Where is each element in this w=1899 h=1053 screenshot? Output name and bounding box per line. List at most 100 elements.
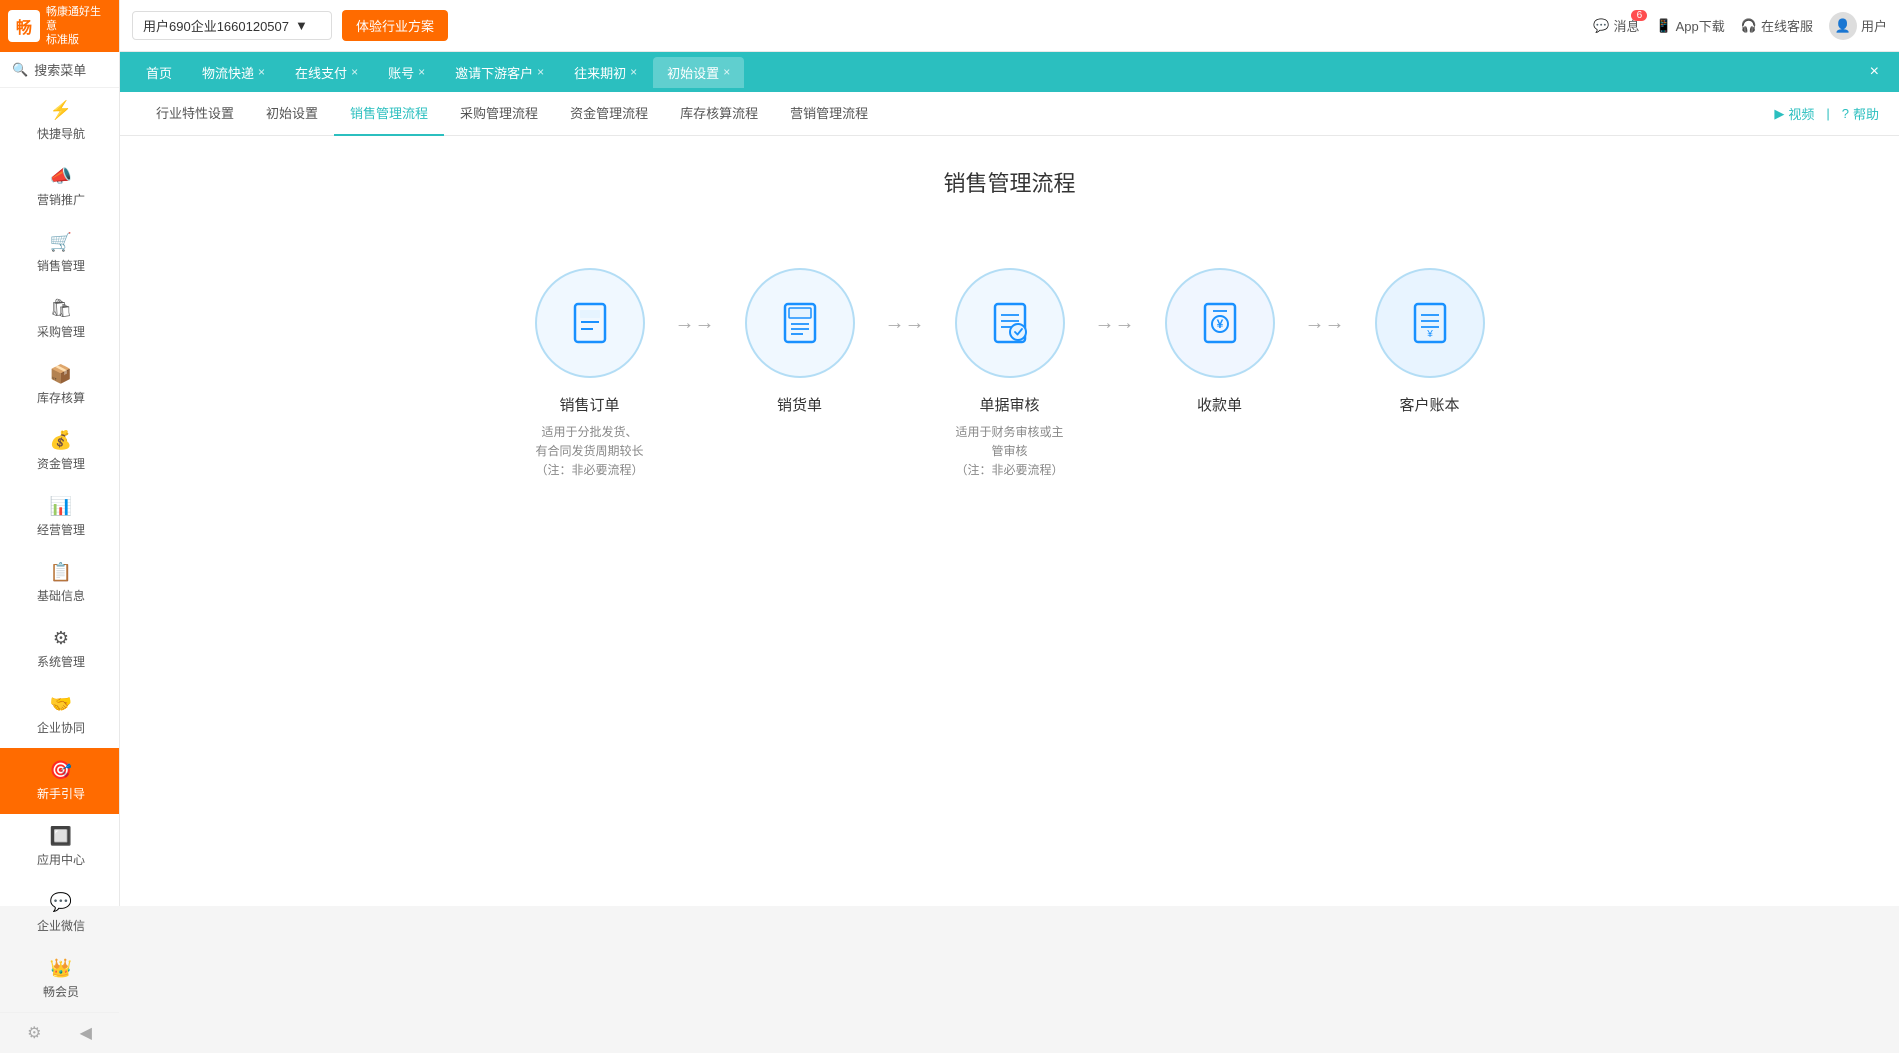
- sidebar-item-newbie-guide[interactable]: 🎯 新手引导: [0, 748, 119, 814]
- nav-tab-label: 物流快递: [202, 63, 254, 82]
- tab-close-icon[interactable]: ×: [723, 65, 730, 79]
- sub-tab-finance-flow[interactable]: 资金管理流程: [554, 91, 664, 136]
- app-center-icon: 🔲: [50, 826, 72, 847]
- nav-tab-label: 首页: [146, 63, 172, 82]
- sidebar-item-purchase-mgmt[interactable]: 🛍 采购管理: [0, 286, 119, 352]
- sidebar-item-finance-mgmt[interactable]: 💰 资金管理: [0, 418, 119, 484]
- online-service-label: 在线客服: [1761, 16, 1813, 35]
- sidebar-item-label: 快捷导航: [37, 125, 85, 142]
- sidebar-item-label: 资金管理: [37, 455, 85, 472]
- sidebar-item-label: 销售管理: [37, 257, 85, 274]
- sidebar-item-inventory[interactable]: 📦 库存核算: [0, 352, 119, 418]
- content-area: 销售管理流程 销售订单 适用于分批发货、有合同发货周期较长（注：非必要流程） →…: [120, 136, 1899, 906]
- headset-icon: 🎧: [1741, 18, 1757, 34]
- help-item[interactable]: ? 帮助: [1842, 104, 1879, 123]
- flow-step-desc: 适用于财务审核或主管审核（注：非必要流程）: [955, 423, 1063, 481]
- nav-tab-invite-downstream[interactable]: 邀请下游客户 ×: [441, 57, 558, 88]
- user-avatar-item[interactable]: 👤 用户: [1829, 12, 1887, 40]
- sub-tab-industry-settings[interactable]: 行业特性设置: [140, 91, 250, 136]
- finance-icon: 💰: [50, 430, 72, 451]
- svg-text:¥: ¥: [1216, 317, 1223, 331]
- nav-tabs: 首页 物流快递 × 在线支付 × 账号 × 邀请下游客户 × 往来期初 × 初始…: [120, 52, 1899, 92]
- topbar: 用户690企业1660120507 ▼ 体验行业方案 💬 消息 6 📱 App下…: [120, 0, 1899, 52]
- nav-tab-label: 在线支付: [295, 63, 347, 82]
- arrow-2: →→: [880, 268, 930, 335]
- sidebar-item-label: 营销推广: [37, 191, 85, 208]
- user-select[interactable]: 用户690企业1660120507 ▼: [132, 11, 332, 40]
- nav-tab-payment[interactable]: 在线支付 ×: [281, 57, 372, 88]
- nav-tab-account[interactable]: 账号 ×: [374, 57, 439, 88]
- sidebar-item-app-center[interactable]: 🔲 应用中心: [0, 814, 119, 880]
- flow-step-sales-order: 销售订单 适用于分批发货、有合同发货周期较长（注：非必要流程）: [510, 268, 670, 481]
- logo-icon: 畅: [8, 10, 40, 42]
- app-download-label: App下载: [1676, 16, 1725, 35]
- tab-close-icon[interactable]: ×: [351, 65, 358, 79]
- video-help-item[interactable]: ▶ 视频: [1774, 104, 1814, 123]
- nav-tab-logistics[interactable]: 物流快递 ×: [188, 57, 279, 88]
- sub-tab-right-actions: ▶ 视频 | ? 帮助: [1774, 104, 1879, 123]
- sidebar-item-quick-nav[interactable]: ⚡ 快捷导航: [0, 88, 119, 154]
- receipt-circle: ¥: [1165, 268, 1275, 378]
- sidebar-logo: 畅 畅康通好生意 标准版: [0, 0, 119, 52]
- tab-close-icon[interactable]: ×: [418, 65, 425, 79]
- trial-button[interactable]: 体验行业方案: [342, 10, 448, 41]
- sub-tabs: 行业特性设置 初始设置 销售管理流程 采购管理流程 资金管理流程 库存核算流程 …: [120, 92, 1899, 136]
- online-service-item[interactable]: 🎧 在线客服: [1741, 16, 1813, 35]
- sidebar-item-label: 企业微信: [37, 917, 85, 934]
- sub-tab-inventory-flow[interactable]: 库存核算流程: [664, 91, 774, 136]
- collapse-icon[interactable]: ◀: [80, 1023, 92, 1043]
- avatar: 👤: [1829, 12, 1857, 40]
- app-download-item[interactable]: 📱 App下载: [1655, 16, 1724, 35]
- sidebar: 畅 畅康通好生意 标准版 🔍 搜索菜单 ⚡ 快捷导航 📣 营销推广 🛒 销售管理…: [0, 0, 120, 906]
- tab-close-icon[interactable]: ×: [537, 65, 544, 79]
- nav-tab-historical-init[interactable]: 往来期初 ×: [560, 57, 651, 88]
- sidebar-item-sys-mgmt[interactable]: ⚙ 系统管理: [0, 616, 119, 682]
- sidebar-item-label: 应用中心: [37, 851, 85, 868]
- nav-tab-home[interactable]: 首页: [132, 57, 186, 88]
- doc-review-icon: [985, 298, 1035, 348]
- nav-tab-initial-setup[interactable]: 初始设置 ×: [653, 57, 744, 88]
- help-icon: ?: [1842, 106, 1849, 121]
- delivery-note-icon: [775, 298, 825, 348]
- sidebar-item-sales-mgmt[interactable]: 🛒 销售管理: [0, 220, 119, 286]
- sidebar-item-label: 经营管理: [37, 521, 85, 538]
- tab-close-icon[interactable]: ×: [630, 65, 637, 79]
- close-all-tabs-button[interactable]: ×: [1862, 63, 1887, 81]
- sidebar-item-operation-mgmt[interactable]: 📊 经营管理: [0, 484, 119, 550]
- member-icon: 👑: [50, 958, 72, 979]
- help-label: 帮助: [1853, 104, 1879, 123]
- sub-tab-marketing-flow[interactable]: 营销管理流程: [774, 91, 884, 136]
- customer-ledger-icon: ¥: [1405, 298, 1455, 348]
- sidebar-item-marketing-promo[interactable]: 📣 营销推广: [0, 154, 119, 220]
- sidebar-item-label: 采购管理: [37, 323, 85, 340]
- sidebar-search[interactable]: 🔍 搜索菜单: [0, 52, 119, 88]
- receipt-icon: ¥: [1195, 298, 1245, 348]
- messages-item[interactable]: 💬 消息 6: [1593, 16, 1639, 35]
- sub-tab-initial-setup[interactable]: 初始设置: [250, 91, 334, 136]
- settings-bottom-icon[interactable]: ⚙: [27, 1023, 41, 1043]
- marketing-icon: 📣: [50, 166, 72, 187]
- sub-tab-purchase-flow[interactable]: 采购管理流程: [444, 91, 554, 136]
- sidebar-item-enterprise-collab[interactable]: 🤝 企业协同: [0, 682, 119, 748]
- guide-icon: 🎯: [50, 760, 72, 781]
- doc-review-circle: [955, 268, 1065, 378]
- sidebar-item-label: 库存核算: [37, 389, 85, 406]
- sidebar-item-enterprise-wechat[interactable]: 💬 企业微信: [0, 880, 119, 946]
- flow-step-title: 销货单: [777, 394, 822, 415]
- sidebar-item-label: 新手引导: [37, 785, 85, 802]
- purchase-icon: 🛍: [50, 298, 73, 319]
- sub-tab-sales-flow[interactable]: 销售管理流程: [334, 91, 444, 136]
- collab-icon: 🤝: [50, 694, 72, 715]
- sidebar-item-label: 系统管理: [37, 653, 85, 670]
- divider: |: [1826, 106, 1829, 121]
- inventory-icon: 📦: [50, 364, 72, 385]
- arrow-1: →→: [670, 268, 720, 335]
- sidebar-item-basic-info[interactable]: 📋 基础信息: [0, 550, 119, 616]
- tab-close-icon[interactable]: ×: [258, 65, 265, 79]
- sidebar-item-chang-member[interactable]: 👑 畅会员: [0, 946, 119, 1012]
- user-label: 用户: [1861, 16, 1887, 35]
- sys-icon: ⚙: [53, 628, 69, 649]
- topbar-right: 💬 消息 6 📱 App下载 🎧 在线客服 👤 用户: [1593, 12, 1887, 40]
- nav-tab-label: 初始设置: [667, 63, 719, 82]
- sales-icon: 🛒: [50, 232, 72, 253]
